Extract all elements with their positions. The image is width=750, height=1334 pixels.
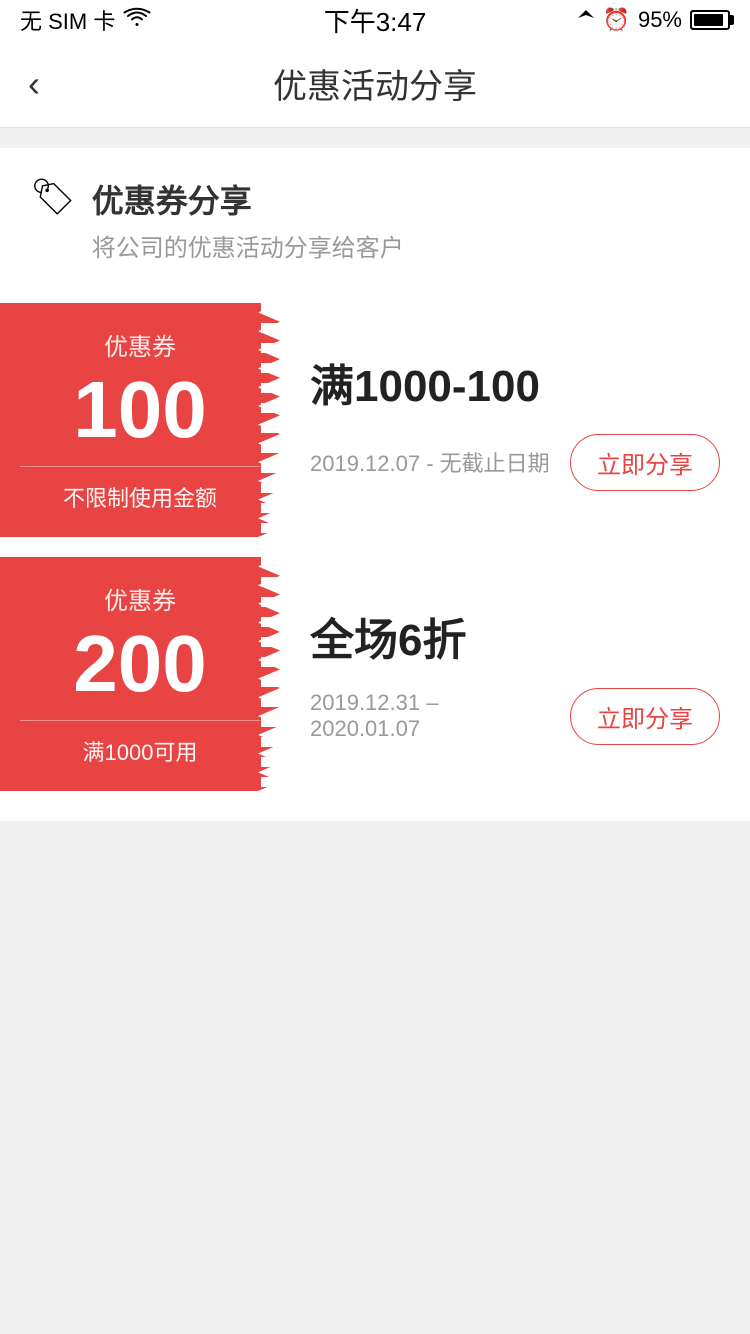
scallop-edge-2 [258, 557, 280, 791]
coupon-card-2: 优惠券 200 满1000可用 全场6折 2019.12.31 – 2020.0… [0, 557, 750, 791]
section-text: 优惠券分享 将公司的优惠活动分享给客户 [92, 176, 404, 263]
coupon-date-1: 2019.12.07 - 无截止日期 [310, 446, 554, 478]
share-button-1[interactable]: 立即分享 [570, 434, 720, 491]
nav-bar: ‹ 优惠活动分享 [0, 40, 750, 128]
coupon-section-icon: 🏷 [30, 176, 76, 218]
section-header: 🏷 优惠券分享 将公司的优惠活动分享给客户 [0, 148, 750, 283]
status-battery-area: ⏰ 95% [577, 7, 730, 33]
share-button-2[interactable]: 立即分享 [570, 688, 720, 745]
scallop-edge-1 [258, 303, 280, 537]
battery-icon [690, 10, 730, 30]
coupon-right-1: 满1000-100 2019.12.07 - 无截止日期 立即分享 [280, 303, 750, 537]
coupon-condition-1: 不限制使用金额 [63, 481, 217, 513]
coupon-left-2: 优惠券 200 满1000可用 [0, 557, 280, 791]
coupon-divider-1 [20, 466, 260, 467]
coupon-name-2: 全场6折 [310, 604, 720, 668]
carrier-text: 无 SIM 卡 [20, 4, 115, 36]
section-title: 优惠券分享 [92, 176, 404, 222]
wifi-icon [123, 7, 151, 33]
coupon-footer-1: 2019.12.07 - 无截止日期 立即分享 [310, 434, 720, 491]
coupon-divider-2 [20, 720, 260, 721]
alarm-icon: ⏰ [603, 7, 630, 33]
coupon-right-2: 全场6折 2019.12.31 – 2020.01.07 立即分享 [280, 557, 750, 791]
back-button[interactable]: ‹ [28, 66, 40, 102]
status-carrier-area: 无 SIM 卡 [20, 4, 151, 36]
coupon-amount-1: 100 [73, 370, 206, 450]
coupon-footer-2: 2019.12.31 – 2020.01.07 立即分享 [310, 688, 720, 745]
coupon-amount-2: 200 [73, 624, 206, 704]
coupon-condition-2: 满1000可用 [83, 735, 198, 767]
coupon-left-1: 优惠券 100 不限制使用金额 [0, 303, 280, 537]
status-time: 下午3:47 [324, 2, 427, 39]
page-title: 优惠活动分享 [273, 59, 477, 108]
coupon-date-2: 2019.12.31 – 2020.01.07 [310, 690, 554, 742]
main-content: 🏷 优惠券分享 将公司的优惠活动分享给客户 优惠券 100 不限制使用金额 满1… [0, 148, 750, 1048]
location-icon [577, 7, 595, 33]
coupon-label-2: 优惠券 [104, 581, 176, 616]
coupons-list: 优惠券 100 不限制使用金额 满1000-100 2019.12.07 - 无… [0, 283, 750, 811]
status-bar: 无 SIM 卡 下午3:47 ⏰ 95% [0, 0, 750, 40]
section-header-block: 🏷 优惠券分享 将公司的优惠活动分享给客户 优惠券 100 不限制使用金额 满1… [0, 148, 750, 821]
battery-text: 95% [638, 7, 682, 33]
coupon-label-1: 优惠券 [104, 327, 176, 362]
coupon-card-1: 优惠券 100 不限制使用金额 满1000-100 2019.12.07 - 无… [0, 303, 750, 537]
section-subtitle: 将公司的优惠活动分享给客户 [92, 228, 404, 263]
coupon-name-1: 满1000-100 [310, 350, 720, 414]
